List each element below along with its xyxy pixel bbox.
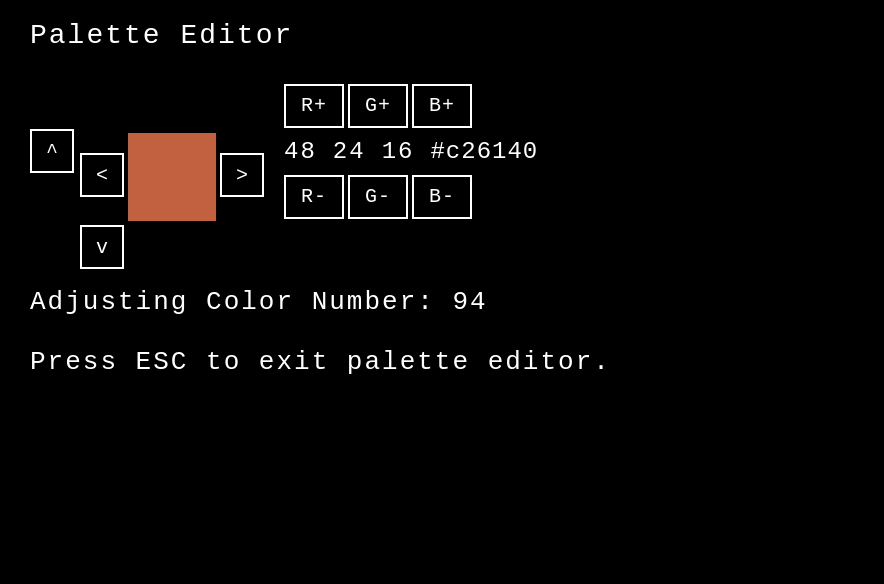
editor-area: ^ < > [30, 81, 854, 377]
g-minus-button[interactable]: G- [348, 175, 408, 219]
title: Palette Editor [30, 20, 854, 51]
right-button[interactable]: > [220, 153, 264, 197]
increment-plus-row: R+ G+ B+ [284, 84, 538, 128]
left-button[interactable]: < [80, 153, 124, 197]
b-plus-button[interactable]: B+ [412, 84, 472, 128]
controls-row: ^ < > [30, 81, 538, 221]
esc-hint: Press ESC to exit palette editor. [30, 347, 611, 377]
increment-minus-row: R- G- B- [284, 175, 538, 219]
nav-column-vertical: ^ [30, 129, 74, 173]
color-values-row: 48 24 16 #c26140 [284, 138, 538, 165]
hex-value: #c26140 [430, 138, 538, 165]
color-swatch [128, 133, 216, 221]
down-button[interactable]: v [80, 225, 124, 269]
r-value: 48 [284, 138, 317, 165]
r-minus-button[interactable]: R- [284, 175, 344, 219]
color-swatch-wrapper: < > [80, 81, 264, 221]
r-plus-button[interactable]: R+ [284, 84, 344, 128]
app-container: Palette Editor ^ < [0, 0, 884, 584]
adjusting-label: Adjusting Color Number: 94 [30, 287, 488, 317]
up-button[interactable]: ^ [30, 129, 74, 173]
b-value: 16 [382, 138, 415, 165]
g-value: 24 [333, 138, 366, 165]
g-plus-button[interactable]: G+ [348, 84, 408, 128]
right-panel: R+ G+ B+ 48 24 16 #c26140 R- G- B- [284, 84, 538, 219]
b-minus-button[interactable]: B- [412, 175, 472, 219]
